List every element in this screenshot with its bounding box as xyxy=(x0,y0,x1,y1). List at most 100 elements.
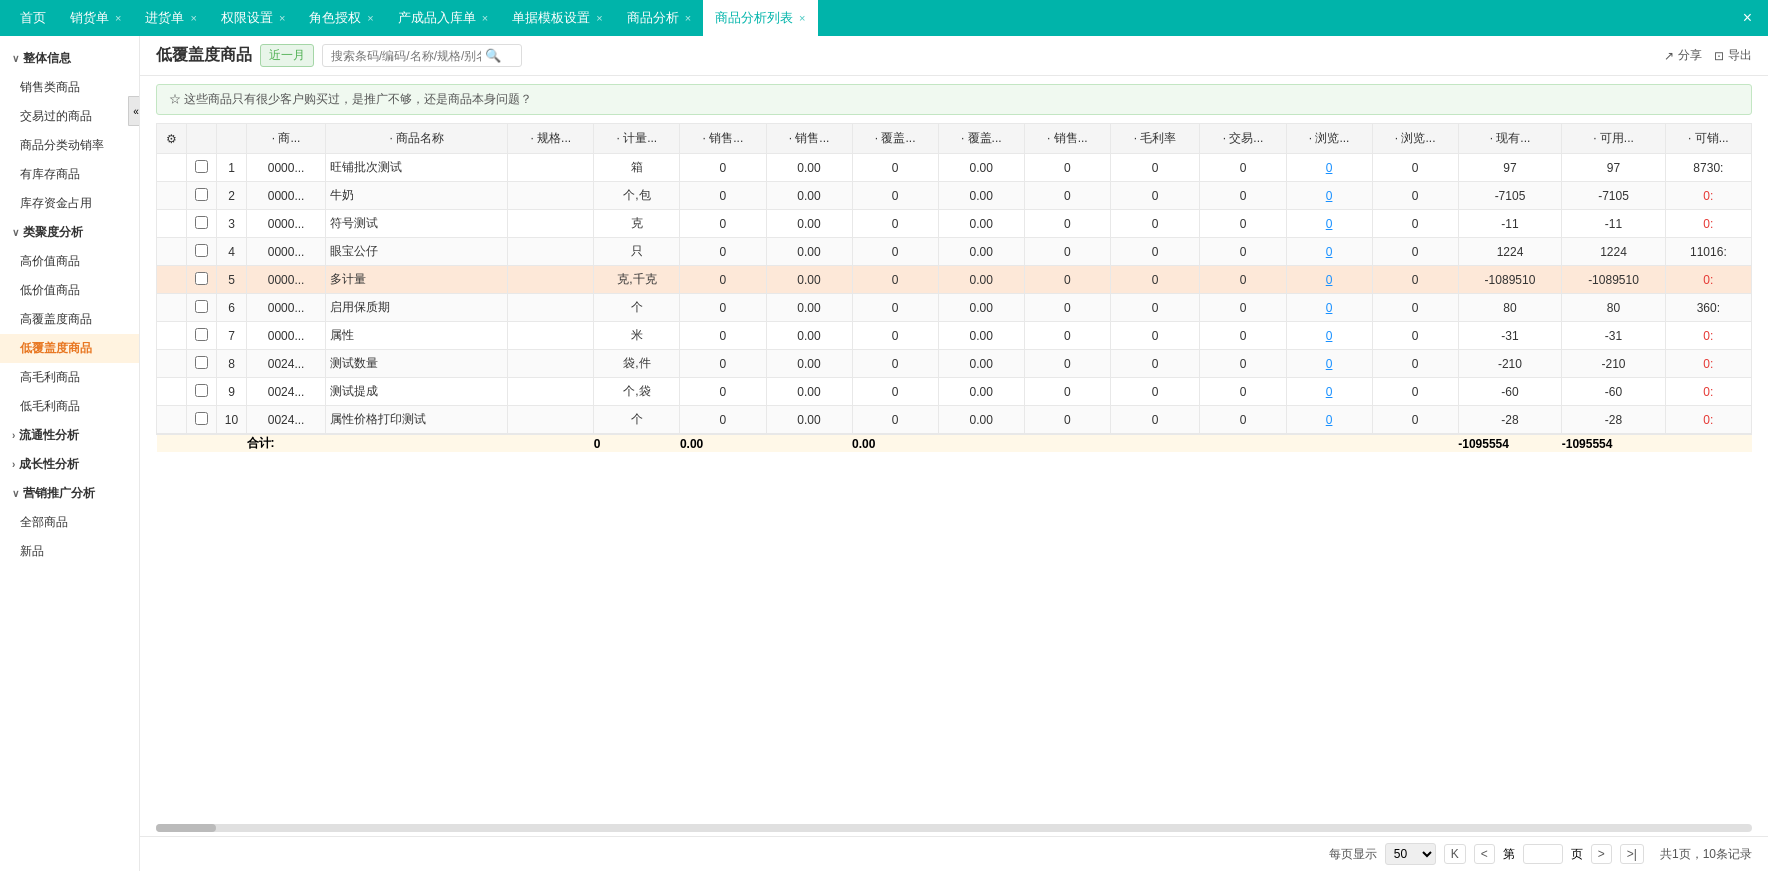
row-checkbox[interactable] xyxy=(195,356,208,369)
cell-check[interactable] xyxy=(187,406,217,435)
table-row: 1 0000... 旺铺批次测试 箱 0 0.00 0 0.00 0 0 0 0… xyxy=(157,154,1752,182)
prev-page-button[interactable]: < xyxy=(1474,844,1495,864)
close-icon-sales[interactable]: × xyxy=(115,12,121,24)
cell-check[interactable] xyxy=(187,350,217,378)
th-spec[interactable]: · 规格... xyxy=(508,124,594,154)
nav-tab-production[interactable]: 产成品入库单 × xyxy=(386,0,500,36)
sidebar-item-category-rate[interactable]: 商品分类动销率 xyxy=(0,131,139,160)
cell-check[interactable] xyxy=(187,154,217,182)
row-checkbox[interactable] xyxy=(195,300,208,313)
export-button[interactable]: ⊡ 导出 xyxy=(1714,47,1752,64)
sidebar-item-low-value[interactable]: 低价值商品 xyxy=(0,276,139,305)
cell-browse-a[interactable]: 0 xyxy=(1286,154,1372,182)
sidebar-section-growth[interactable]: › 成长性分析 xyxy=(0,450,139,479)
nav-tab-sales[interactable]: 销货单 × xyxy=(58,0,133,36)
row-checkbox[interactable] xyxy=(195,412,208,425)
row-checkbox[interactable] xyxy=(195,160,208,173)
sidebar-item-low-margin[interactable]: 低毛利商品 xyxy=(0,392,139,421)
th-gross[interactable]: · 毛利率 xyxy=(1110,124,1200,154)
close-icon-purchase[interactable]: × xyxy=(190,12,196,24)
cell-browse-a[interactable]: 0 xyxy=(1286,322,1372,350)
close-icon-permissions[interactable]: × xyxy=(279,12,285,24)
sidebar-item-high-margin[interactable]: 高毛利商品 xyxy=(0,363,139,392)
cell-browse-a[interactable]: 0 xyxy=(1286,266,1372,294)
th-sales-amt[interactable]: · 销售... xyxy=(766,124,852,154)
nav-tab-analysis-list[interactable]: 商品分析列表 × xyxy=(703,0,817,36)
th-cover-b[interactable]: · 覆盖... xyxy=(938,124,1024,154)
cell-check[interactable] xyxy=(187,182,217,210)
first-page-button[interactable]: K xyxy=(1444,844,1466,864)
period-button[interactable]: 近一月 xyxy=(260,44,314,67)
sidebar-item-sales-products[interactable]: 销售类商品 xyxy=(0,73,139,102)
sidebar-collapse-button[interactable]: « xyxy=(128,96,140,126)
cell-browse-a[interactable]: 0 xyxy=(1286,294,1372,322)
th-browse-a[interactable]: · 浏览... xyxy=(1286,124,1372,154)
th-current[interactable]: · 现有... xyxy=(1458,124,1562,154)
sidebar-section-overall[interactable]: ∨ 整体信息 xyxy=(0,44,139,73)
sidebar-section-liquidity[interactable]: › 流通性分析 xyxy=(0,421,139,450)
row-checkbox[interactable] xyxy=(195,272,208,285)
cell-browse-a[interactable]: 0 xyxy=(1286,378,1372,406)
cell-check[interactable] xyxy=(187,238,217,266)
search-input[interactable] xyxy=(331,49,481,63)
sidebar-item-low-coverage[interactable]: 低覆盖度商品 xyxy=(0,334,139,363)
row-checkbox[interactable] xyxy=(195,188,208,201)
horizontal-scrollbar[interactable] xyxy=(156,824,1752,832)
close-icon-analysis-list[interactable]: × xyxy=(799,12,805,24)
close-icon-production[interactable]: × xyxy=(482,12,488,24)
cell-browse-a[interactable]: 0 xyxy=(1286,182,1372,210)
th-unit[interactable]: · 计量... xyxy=(594,124,680,154)
close-icon-roles[interactable]: × xyxy=(367,12,373,24)
cell-cover-b: 0.00 xyxy=(938,154,1024,182)
cell-cover-a: 0 xyxy=(852,322,938,350)
cell-browse-a[interactable]: 0 xyxy=(1286,210,1372,238)
cell-browse-a[interactable]: 0 xyxy=(1286,238,1372,266)
last-page-button[interactable]: >| xyxy=(1620,844,1644,864)
nav-tab-analysis[interactable]: 商品分析 × xyxy=(615,0,703,36)
close-icon-templates[interactable]: × xyxy=(596,12,602,24)
sidebar-section-cluster[interactable]: ∨ 类聚度分析 xyxy=(0,218,139,247)
sidebar-item-traded-products[interactable]: 交易过的商品 xyxy=(0,102,139,131)
sidebar-item-all-products[interactable]: 全部商品 xyxy=(0,508,139,537)
th-name[interactable]: · 商品名称 xyxy=(326,124,508,154)
cell-check[interactable] xyxy=(187,294,217,322)
th-trade[interactable]: · 交易... xyxy=(1200,124,1286,154)
sidebar-item-high-value[interactable]: 高价值商品 xyxy=(0,247,139,276)
next-page-button[interactable]: > xyxy=(1591,844,1612,864)
th-sellable[interactable]: · 可销... xyxy=(1665,124,1751,154)
sidebar-item-stocked[interactable]: 有库存商品 xyxy=(0,160,139,189)
cell-check[interactable] xyxy=(187,378,217,406)
row-checkbox[interactable] xyxy=(195,244,208,257)
sidebar-section-marketing[interactable]: ∨ 营销推广分析 xyxy=(0,479,139,508)
close-icon-analysis[interactable]: × xyxy=(685,12,691,24)
th-browse-b[interactable]: · 浏览... xyxy=(1372,124,1458,154)
th-available[interactable]: · 可用... xyxy=(1562,124,1666,154)
nav-tab-roles[interactable]: 角色授权 × xyxy=(297,0,385,36)
share-button[interactable]: ↗ 分享 xyxy=(1664,47,1702,64)
cell-check[interactable] xyxy=(187,266,217,294)
page-size-select[interactable]: 50 20 100 xyxy=(1385,843,1436,865)
th-cover-a[interactable]: · 覆盖... xyxy=(852,124,938,154)
cell-browse-a[interactable]: 0 xyxy=(1286,350,1372,378)
row-checkbox[interactable] xyxy=(195,384,208,397)
sidebar-item-all-products-label: 全部商品 xyxy=(20,515,68,529)
row-checkbox[interactable] xyxy=(195,328,208,341)
th-sales-c[interactable]: · 销售... xyxy=(1024,124,1110,154)
page-input[interactable]: 1 xyxy=(1523,844,1563,864)
nav-tab-home[interactable]: 首页 xyxy=(8,0,58,36)
nav-tab-templates[interactable]: 单据模板设置 × xyxy=(500,0,614,36)
sidebar-item-high-coverage[interactable]: 高覆盖度商品 xyxy=(0,305,139,334)
row-checkbox[interactable] xyxy=(195,216,208,229)
th-sales-qty[interactable]: · 销售... xyxy=(680,124,766,154)
th-code[interactable]: · 商... xyxy=(247,124,326,154)
cell-check[interactable] xyxy=(187,322,217,350)
cell-check[interactable] xyxy=(187,210,217,238)
scrollbar-thumb[interactable] xyxy=(156,824,216,832)
sidebar-item-inventory-capital[interactable]: 库存资金占用 xyxy=(0,189,139,218)
nav-tab-permissions[interactable]: 权限设置 × xyxy=(209,0,297,36)
close-all-button[interactable]: × xyxy=(1735,9,1760,27)
cell-browse-a[interactable]: 0 xyxy=(1286,406,1372,435)
sidebar-item-new-products[interactable]: 新品 xyxy=(0,537,139,566)
nav-tab-purchase[interactable]: 进货单 × xyxy=(133,0,208,36)
th-settings[interactable]: ⚙ xyxy=(157,124,187,154)
